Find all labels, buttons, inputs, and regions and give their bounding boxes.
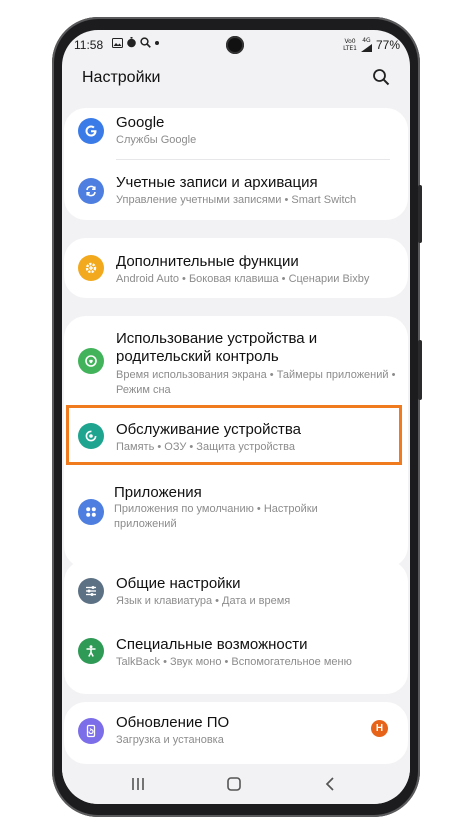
sync-icon xyxy=(78,178,104,204)
page-title: Настройки xyxy=(82,69,161,86)
item-title: Дополнительные функции xyxy=(116,253,299,270)
item-title: Использование устройства и родительский … xyxy=(116,330,318,365)
status-bar: 11:58 Vo0 LTE1 4G 77% xyxy=(62,30,410,60)
item-title: Обновление ПО xyxy=(116,714,230,731)
status-right: Vo0 LTE1 4G 77% xyxy=(343,37,400,52)
network-type: 4G xyxy=(362,37,371,44)
settings-item-digital-wellbeing[interactable]: Использование устройства и родительский … xyxy=(64,316,408,402)
item-subtitle: TalkBack • Звук моно • Вспомогательное м… xyxy=(116,656,352,668)
item-title: Учетные записи и архивация xyxy=(116,174,318,191)
settings-item-software-update[interactable]: Обновление ПО Загрузка и установка Н xyxy=(64,702,408,764)
apps-title: Приложения xyxy=(114,484,202,501)
settings-card-update: Обновление ПО Загрузка и установка Н xyxy=(64,702,408,764)
item-subtitle: Службы Google xyxy=(116,134,197,146)
timer-icon xyxy=(127,37,136,48)
gear-plus-icon xyxy=(78,255,104,281)
accessibility-icon xyxy=(78,638,104,664)
network-label: Vo0 LTE1 xyxy=(343,37,357,52)
update-icon xyxy=(78,718,104,744)
settings-card-general: Общие настройки Язык и клавиатура • Дата… xyxy=(64,560,408,694)
highlight-box xyxy=(66,405,402,465)
battery-level: 77% xyxy=(375,37,400,52)
power-button xyxy=(418,340,422,400)
settings-card-accounts: Google Службы Google Учетные записи и ар… xyxy=(64,108,408,220)
gallery-icon xyxy=(112,37,123,48)
search-icon[interactable] xyxy=(372,68,390,86)
phone-screen: 11:58 Vo0 LTE1 4G 77% Настройки Google С… xyxy=(62,30,410,804)
home-icon[interactable] xyxy=(224,774,244,794)
apps-icon xyxy=(78,499,104,525)
notification-icons xyxy=(112,37,160,48)
settings-item-general-management[interactable]: Общие настройки Язык и клавиатура • Дата… xyxy=(64,560,408,622)
navigation-bar xyxy=(62,764,410,804)
item-subtitle: Android Auto • Боковая клавиша • Сценари… xyxy=(116,273,370,285)
dot-icon xyxy=(155,40,159,45)
divider xyxy=(116,159,390,160)
front-camera xyxy=(226,36,244,54)
settings-card-features: Дополнительные функции Android Auto • Бо… xyxy=(64,238,408,298)
settings-item-google[interactable]: Google Службы Google xyxy=(64,108,408,164)
wellbeing-icon xyxy=(78,348,104,374)
item-title: Google xyxy=(116,114,165,131)
settings-item-accounts-backup[interactable]: Учетные записи и архивация Управление уч… xyxy=(64,164,408,220)
settings-item-advanced-features[interactable]: Дополнительные функции Android Auto • Бо… xyxy=(64,238,408,298)
status-time: 11:58 xyxy=(74,38,104,52)
sliders-icon xyxy=(78,578,104,604)
item-subtitle: Время использования экрана • Таймеры при… xyxy=(116,369,396,396)
item-title: Общие настройки xyxy=(116,575,241,592)
apps-subtitle: Приложения по умолчанию • Настройки прил… xyxy=(114,503,318,530)
settings-item-accessibility[interactable]: Специальные возможности TalkBack • Звук … xyxy=(64,622,408,688)
item-subtitle: Язык и клавиатура • Дата и время xyxy=(116,595,291,607)
item-subtitle: Загрузка и установка xyxy=(116,734,224,746)
signal-icon xyxy=(360,44,372,52)
signal-group: 4G xyxy=(360,37,372,52)
search-icon xyxy=(140,37,151,48)
item-title: Специальные возможности xyxy=(116,636,308,653)
recent-apps-icon[interactable] xyxy=(128,774,148,794)
item-subtitle: Управление учетными записями • Smart Swi… xyxy=(116,194,357,206)
back-icon[interactable] xyxy=(320,774,340,794)
update-badge: Н xyxy=(371,720,388,737)
google-icon xyxy=(78,118,104,144)
volume-button xyxy=(418,185,422,243)
